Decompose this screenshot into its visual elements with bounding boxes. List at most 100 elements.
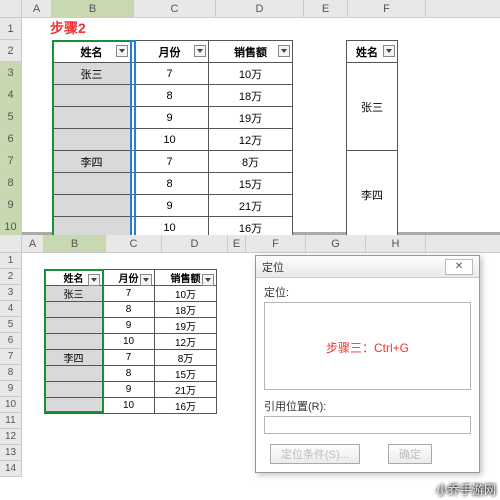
filter-dropdown-icon[interactable] <box>140 274 152 286</box>
table-cell[interactable] <box>45 398 103 414</box>
table-cell[interactable]: 21万 <box>209 195 293 217</box>
table-cell[interactable]: 18万 <box>209 85 293 107</box>
table-cell[interactable]: 7 <box>103 286 155 302</box>
table-cell[interactable]: 21万 <box>155 382 217 398</box>
row-header-7[interactable]: 7 <box>0 349 22 365</box>
table-cell[interactable] <box>45 318 103 334</box>
table-cell[interactable]: 8 <box>103 366 155 382</box>
table-cell[interactable] <box>53 85 131 107</box>
column-header-F[interactable]: F <box>348 0 426 17</box>
column-header-F[interactable]: F <box>246 235 306 252</box>
row-header-9[interactable]: 9 <box>0 194 22 216</box>
row-header-13[interactable]: 13 <box>0 445 22 461</box>
row-header-5[interactable]: 5 <box>0 106 22 128</box>
table-cell[interactable] <box>45 334 103 350</box>
table-cell[interactable]: 8 <box>103 302 155 318</box>
column-header-H[interactable]: H <box>366 235 426 252</box>
table-cell[interactable]: 8 <box>131 85 209 107</box>
table-header[interactable]: 月份 <box>131 41 209 63</box>
filter-dropdown-icon[interactable] <box>116 45 128 57</box>
table-cell[interactable]: 9 <box>103 382 155 398</box>
table-cell[interactable]: 16万 <box>155 398 217 414</box>
table-cell[interactable]: 8万 <box>209 151 293 173</box>
column-header-D[interactable]: D <box>216 0 304 17</box>
table-cell[interactable]: 张三 <box>53 63 131 85</box>
row-header-3[interactable]: 3 <box>0 62 22 84</box>
table-cell[interactable] <box>53 195 131 217</box>
column-header-G[interactable]: G <box>306 235 366 252</box>
row-header-14[interactable]: 14 <box>0 461 22 477</box>
table-header[interactable]: 销售额 <box>155 270 217 286</box>
column-header-C[interactable]: C <box>106 235 162 252</box>
reference-input[interactable] <box>264 416 471 434</box>
filter-dropdown-icon[interactable] <box>88 274 100 286</box>
table-cell[interactable]: 12万 <box>209 129 293 151</box>
table-cell[interactable] <box>53 173 131 195</box>
close-icon[interactable]: ✕ <box>445 259 473 275</box>
ok-button[interactable]: 确定 <box>388 444 432 464</box>
column-header-E[interactable]: E <box>228 235 246 252</box>
table-header[interactable]: 姓名 <box>45 270 103 286</box>
table-cell[interactable]: 10 <box>103 398 155 414</box>
row-header-1[interactable]: 1 <box>0 253 22 269</box>
table-cell[interactable]: 18万 <box>155 302 217 318</box>
table-cell[interactable] <box>45 382 103 398</box>
table-cell[interactable]: 8万 <box>155 350 217 366</box>
table-cell[interactable]: 7 <box>131 151 209 173</box>
table-cell[interactable]: 9 <box>131 107 209 129</box>
table-cell[interactable] <box>45 302 103 318</box>
table-cell[interactable]: 8 <box>131 173 209 195</box>
row-header-4[interactable]: 4 <box>0 301 22 317</box>
row-header-6[interactable]: 6 <box>0 333 22 349</box>
table-cell[interactable]: 9 <box>103 318 155 334</box>
table-cell[interactable] <box>53 107 131 129</box>
row-header-4[interactable]: 4 <box>0 84 22 106</box>
row-header-3[interactable]: 3 <box>0 285 22 301</box>
column-header-B[interactable]: B <box>44 235 106 252</box>
row-header-1[interactable]: 1 <box>0 18 22 40</box>
row-header-7[interactable]: 7 <box>0 150 22 172</box>
dialog-titlebar[interactable]: 定位 ✕ <box>256 256 479 278</box>
row-header-12[interactable]: 12 <box>0 429 22 445</box>
table-header[interactable]: 姓名 <box>53 41 131 63</box>
table-cell[interactable]: 10万 <box>155 286 217 302</box>
row-header-9[interactable]: 9 <box>0 381 22 397</box>
table-cell[interactable]: 10 <box>103 334 155 350</box>
table-cell[interactable]: 10 <box>131 129 209 151</box>
side-table-cell[interactable]: 张三 <box>347 63 398 151</box>
filter-dropdown-icon[interactable] <box>194 45 206 57</box>
table-header[interactable]: 月份 <box>103 270 155 286</box>
row-header-2[interactable]: 2 <box>0 269 22 285</box>
column-header-E[interactable]: E <box>304 0 348 17</box>
table-cell[interactable]: 李四 <box>45 350 103 366</box>
table-cell[interactable]: 张三 <box>45 286 103 302</box>
row-header-2[interactable]: 2 <box>0 40 22 62</box>
side-table-cell[interactable]: 李四 <box>347 151 398 239</box>
column-header-A[interactable]: A <box>22 0 52 17</box>
filter-dropdown-icon[interactable] <box>202 274 214 286</box>
table-cell[interactable]: 9 <box>131 195 209 217</box>
column-header-B[interactable]: B <box>52 0 134 17</box>
row-header-5[interactable]: 5 <box>0 317 22 333</box>
row-header-8[interactable]: 8 <box>0 365 22 381</box>
row-header-11[interactable]: 11 <box>0 413 22 429</box>
special-button[interactable]: 定位条件(S)... <box>270 444 360 464</box>
table-cell[interactable]: 19万 <box>155 318 217 334</box>
side-table-header[interactable]: 姓名 <box>347 41 398 63</box>
table-cell[interactable]: 12万 <box>155 334 217 350</box>
table-cell[interactable] <box>45 366 103 382</box>
row-header-8[interactable]: 8 <box>0 172 22 194</box>
filter-dropdown-icon[interactable] <box>278 45 290 57</box>
table-cell[interactable]: 10万 <box>209 63 293 85</box>
goto-listbox[interactable]: 步骤三：Ctrl+G <box>264 302 471 390</box>
table-cell[interactable]: 7 <box>103 350 155 366</box>
table-cell[interactable]: 19万 <box>209 107 293 129</box>
row-header-10[interactable]: 10 <box>0 397 22 413</box>
table-cell[interactable]: 李四 <box>53 151 131 173</box>
table-cell[interactable] <box>53 129 131 151</box>
sheet-area-top[interactable]: 步骤2 姓名月份销售额张三710万818万919万1012万李四78万815万9… <box>22 18 500 238</box>
select-all-corner-bottom[interactable] <box>0 235 22 252</box>
table-cell[interactable]: 15万 <box>155 366 217 382</box>
table-cell[interactable]: 15万 <box>209 173 293 195</box>
table-header[interactable]: 销售额 <box>209 41 293 63</box>
